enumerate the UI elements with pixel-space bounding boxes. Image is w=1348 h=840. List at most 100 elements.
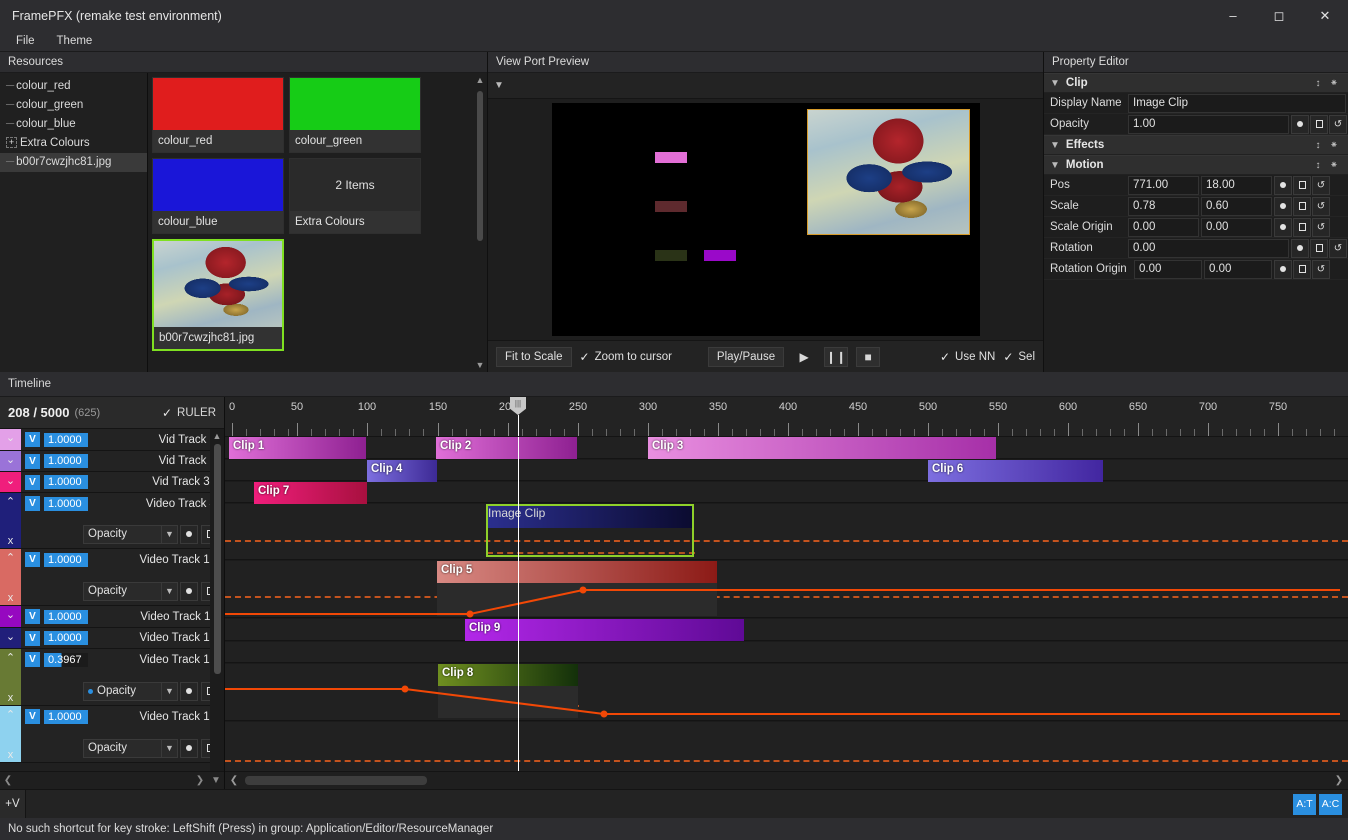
tree-item-colour-green[interactable]: ─ colour_green: [0, 96, 147, 115]
keyframe-square-icon[interactable]: [1293, 196, 1311, 216]
track-color-strip[interactable]: ⌄: [0, 451, 21, 471]
automation-parameter-select[interactable]: Opacity ▼: [83, 681, 178, 701]
automation-parameter-select[interactable]: Opacity ▼: [83, 738, 178, 758]
scrollbar-thumb[interactable]: [213, 444, 221, 674]
track-headers-scrollbar[interactable]: ▲: [210, 429, 224, 771]
track-header-row[interactable]: ⌃ x V 1.0000 Video Track 10 Opacity ▼: [0, 549, 224, 606]
timeline-clip[interactable]: Clip 9: [465, 619, 744, 641]
track-opacity-value[interactable]: 1.0000: [44, 475, 88, 489]
chevron-down-icon[interactable]: ▼: [1050, 160, 1060, 171]
track-expand-icon[interactable]: ⌃: [6, 549, 15, 565]
audio-clip-button[interactable]: A:C: [1319, 793, 1342, 815]
resource-card-colour-green[interactable]: colour_green: [289, 77, 421, 153]
timeline-clip[interactable]: Clip 4: [367, 460, 437, 482]
pause-icon[interactable]: ❙❙: [824, 346, 849, 367]
scroll-up-icon[interactable]: ▲: [210, 429, 224, 442]
timeline-track-lane[interactable]: [225, 482, 1348, 503]
track-header-row[interactable]: ⌄ V 1.0000 Video Track 11: [0, 606, 224, 628]
keyframe-dot-icon[interactable]: [1274, 175, 1292, 195]
track-color-strip[interactable]: ⌃ x: [0, 493, 21, 548]
collapse-icon[interactable]: ⁕: [1326, 160, 1342, 171]
keyframe-dot-icon[interactable]: [180, 524, 198, 544]
keyframe-dot-icon[interactable]: [180, 681, 198, 701]
timeline-horizontal-scrollbar[interactable]: ❮ ❯: [225, 771, 1348, 789]
track-close-icon[interactable]: x: [8, 532, 14, 548]
track-color-strip[interactable]: ⌃ x: [0, 649, 21, 705]
keyframe-dot-icon[interactable]: [1274, 259, 1292, 279]
track-header-row[interactable]: ⌄ V 1.0000 Vid Track 2: [0, 451, 224, 472]
visibility-toggle[interactable]: V: [25, 453, 40, 469]
visibility-toggle[interactable]: V: [25, 552, 40, 567]
track-header-row[interactable]: ⌄ V 1.0000 Video Track 12: [0, 628, 224, 649]
property-group-clip[interactable]: ▼ Clip ↕ ⁕: [1044, 73, 1348, 93]
track-close-icon[interactable]: x: [8, 589, 14, 605]
visibility-toggle[interactable]: V: [25, 432, 40, 447]
scale-y-input[interactable]: 0.60: [1201, 196, 1272, 216]
keyframe-dot-icon[interactable]: [1274, 196, 1292, 216]
menu-item-file[interactable]: File: [8, 33, 43, 49]
timeline-track-lane[interactable]: [225, 619, 1348, 641]
timeline-clip[interactable]: Clip 3: [648, 437, 996, 459]
timeline-clip[interactable]: Clip 8: [438, 664, 578, 686]
visibility-toggle[interactable]: V: [25, 630, 40, 646]
keyframe-square-icon[interactable]: [1293, 217, 1311, 237]
visibility-toggle[interactable]: V: [25, 609, 40, 624]
rotation-origin-y-input[interactable]: 0.00: [1204, 259, 1272, 279]
reset-icon[interactable]: ↺: [1312, 175, 1330, 195]
track-expand-icon[interactable]: ⌄: [6, 628, 15, 644]
play-icon[interactable]: ▶: [792, 347, 816, 367]
track-opacity-value[interactable]: 1.0000: [44, 709, 88, 724]
audio-track-button[interactable]: A:T: [1293, 793, 1316, 815]
play-pause-button[interactable]: Play/Pause: [707, 346, 785, 367]
track-expand-icon[interactable]: ⌃: [6, 493, 15, 509]
minimize-icon[interactable]: –: [1210, 0, 1256, 31]
keyframe-dot-icon[interactable]: [1274, 217, 1292, 237]
reset-icon[interactable]: ↺: [1312, 259, 1330, 279]
track-color-strip[interactable]: ⌄: [0, 472, 21, 492]
timeline-track-lane[interactable]: [225, 664, 1348, 721]
ruler-checkbox[interactable]: ✓ RULER: [162, 406, 216, 420]
scroll-up-icon[interactable]: ▲: [473, 73, 487, 87]
scroll-down-icon[interactable]: ▼: [473, 358, 487, 372]
resource-tree[interactable]: ─ colour_red ─ colour_green ─ colour_blue +…: [0, 73, 148, 372]
reorder-icon[interactable]: ↕: [1310, 140, 1326, 151]
tree-item-extra-colours[interactable]: + Extra Colours: [0, 134, 147, 153]
track-expand-icon[interactable]: ⌃: [6, 706, 15, 722]
timeline-track-lane[interactable]: [225, 642, 1348, 663]
reset-icon[interactable]: ↺: [1312, 196, 1330, 216]
resources-scrollbar[interactable]: ▲ ▼: [473, 73, 487, 372]
keyframe-dot-icon[interactable]: [180, 738, 198, 758]
scale-origin-y-input[interactable]: 0.00: [1201, 217, 1272, 237]
scroll-left-icon[interactable]: ❮: [227, 775, 241, 786]
tree-item-colour-blue[interactable]: ─ colour_blue: [0, 115, 147, 134]
collapse-icon[interactable]: ⁕: [1326, 78, 1342, 89]
track-color-strip[interactable]: ⌄: [0, 429, 21, 450]
track-header-row[interactable]: ⌄ V 1.0000 Vid Track 1: [0, 429, 224, 451]
track-color-strip[interactable]: ⌄: [0, 628, 21, 648]
track-header-row[interactable]: ⌄ V 1.0000 Vid Track 3!!: [0, 472, 224, 493]
keyframe-dot-icon[interactable]: [1291, 238, 1309, 258]
fit-to-scale-button[interactable]: Fit to Scale: [496, 346, 572, 367]
visibility-toggle[interactable]: V: [25, 709, 40, 724]
track-color-strip[interactable]: ⌃ x: [0, 706, 21, 762]
chevron-down-icon[interactable]: ▼: [494, 80, 504, 91]
property-group-effects[interactable]: ▼ Effects ↕ ⁕: [1044, 135, 1348, 155]
track-close-icon[interactable]: x: [8, 689, 14, 705]
scrollbar-thumb[interactable]: [245, 776, 427, 785]
reset-icon[interactable]: ↺: [1329, 238, 1347, 258]
chevron-down-icon[interactable]: ▼: [208, 775, 224, 786]
timeline-track-lane[interactable]: [225, 504, 1348, 560]
track-opacity-value[interactable]: 1.0000: [44, 496, 88, 511]
rotation-origin-x-input[interactable]: 0.00: [1134, 259, 1202, 279]
automation-parameter-select[interactable]: Opacity ▼: [83, 524, 178, 544]
timeline-ruler[interactable]: 0 50 100 150 200 250 300 350 400 450 500 550 600 650 7…: [225, 397, 1348, 437]
visibility-toggle[interactable]: V: [25, 652, 40, 667]
timeline-tracks-area[interactable]: Clip 1 Clip 2 Clip 3 Clip 4 Clip 6 Clip …: [225, 437, 1348, 771]
track-close-icon[interactable]: x: [8, 746, 14, 762]
scroll-right-icon[interactable]: ❯: [1332, 775, 1346, 786]
track-opacity-value[interactable]: 1.0000: [44, 552, 88, 567]
resource-card-extra-colours[interactable]: 2 Items Extra Colours: [289, 158, 421, 234]
tree-item-colour-red[interactable]: ─ colour_red: [0, 77, 147, 96]
use-nn-checkbox[interactable]: ✓ Use NN: [940, 350, 995, 364]
resource-card-image[interactable]: b00r7cwzjhc81.jpg: [152, 239, 284, 351]
